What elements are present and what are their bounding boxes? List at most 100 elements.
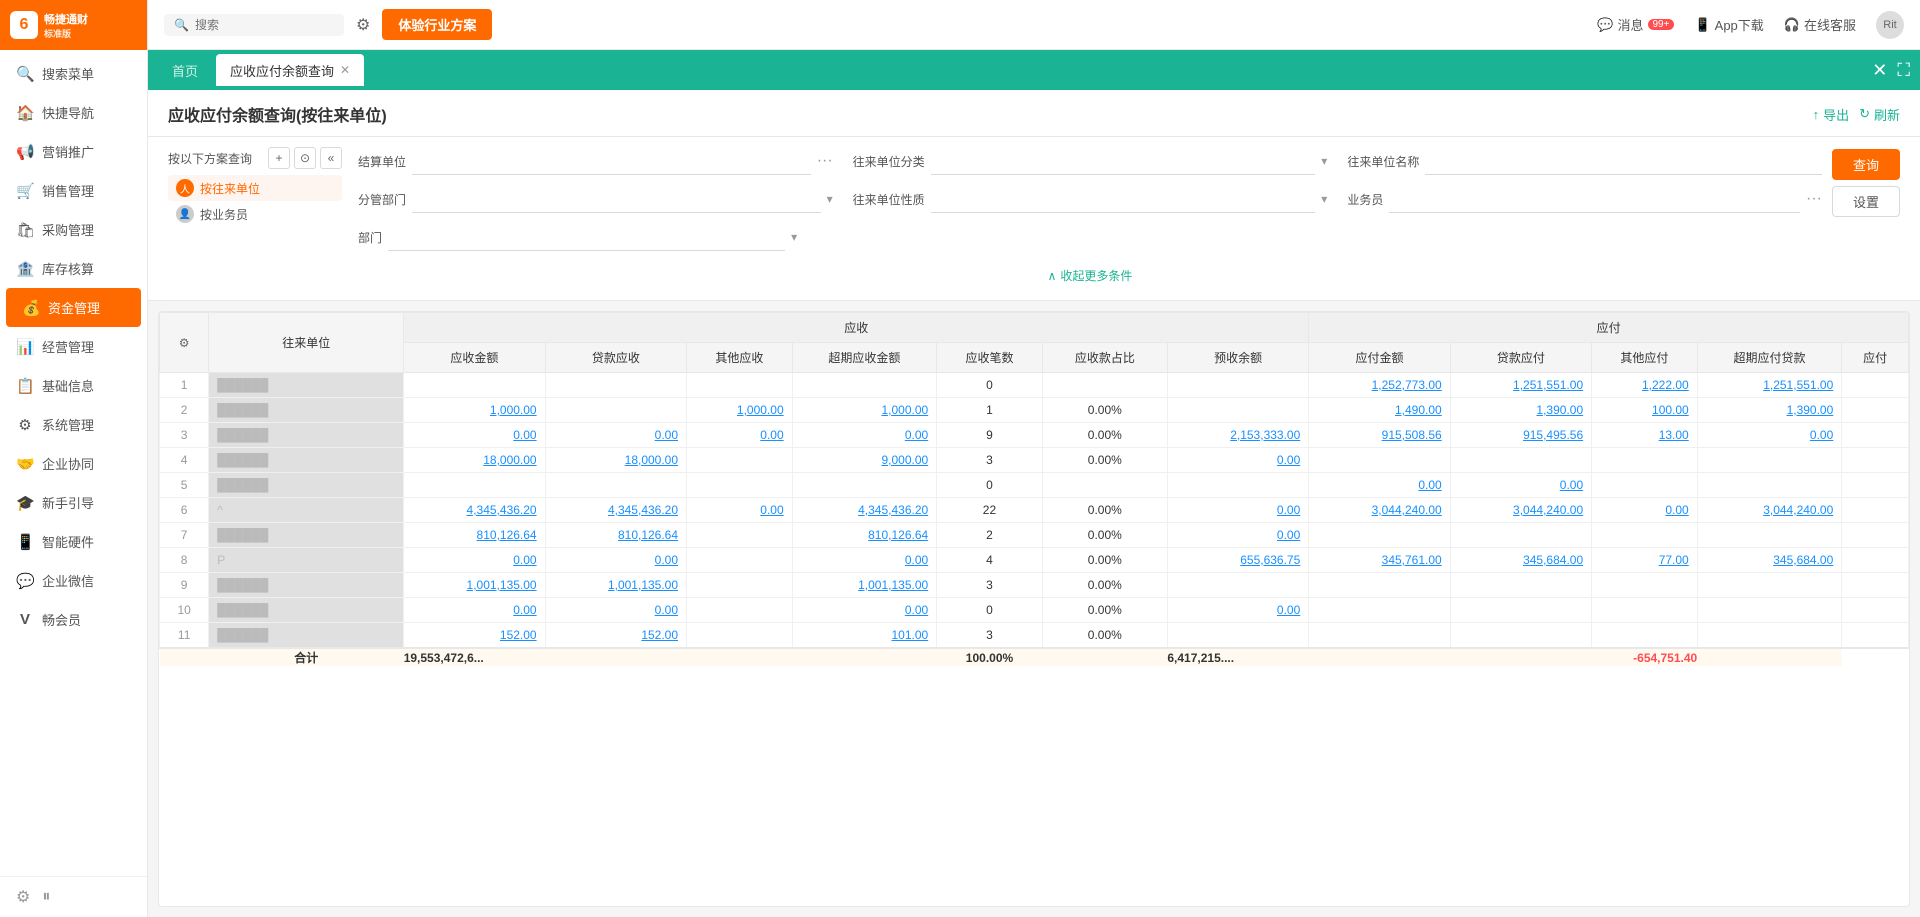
tab-home[interactable]: 首页 xyxy=(158,54,212,86)
collapse-icon[interactable]: ⏸ xyxy=(42,888,50,906)
sidebar-item-search[interactable]: 🔍 搜索菜单 xyxy=(0,54,147,93)
col-settings[interactable]: ⚙ xyxy=(160,313,209,373)
partner-nature-select[interactable] xyxy=(931,185,1316,213)
row-ar-amount[interactable]: 1,000.00 xyxy=(404,398,545,423)
tab-close-window-icon[interactable]: ✕ xyxy=(1872,60,1887,81)
plan-button[interactable]: 体验行业方案 xyxy=(382,9,492,40)
sidebar-item-quicknav[interactable]: 🏠 快捷导航 xyxy=(0,93,147,132)
row-ar-overdue[interactable]: 810,126.64 xyxy=(792,523,937,548)
row-ap-other[interactable]: 77.00 xyxy=(1592,548,1698,573)
row-ar-overdue[interactable]: 101.00 xyxy=(792,623,937,649)
partner-category-select[interactable] xyxy=(931,147,1316,175)
row-ar-prepay[interactable]: 2,153,333.00 xyxy=(1167,423,1308,448)
user-avatar[interactable]: Rit xyxy=(1876,11,1904,39)
row-ar-loan[interactable]: 810,126.64 xyxy=(545,523,686,548)
row-ar-overdue[interactable]: 0.00 xyxy=(792,548,937,573)
tab-expand-icon[interactable]: ⛶ xyxy=(1897,60,1910,81)
sidebar-item-finance[interactable]: 💰 资金管理 xyxy=(6,288,141,327)
footer-ar-total[interactable]: 19,553,472,6... xyxy=(404,648,545,666)
sidebar-item-wechat[interactable]: 💬 企业微信 xyxy=(0,561,147,600)
sidebar-item-inventory[interactable]: 🏦 库存核算 xyxy=(0,249,147,288)
row-ar-loan[interactable]: 18,000.00 xyxy=(545,448,686,473)
row-ap-loan[interactable]: 1,390.00 xyxy=(1450,398,1591,423)
row-ap-overdue[interactable]: 3,044,240.00 xyxy=(1697,498,1842,523)
row-ar-prepay[interactable]: 0.00 xyxy=(1167,598,1308,623)
row-ar-loan[interactable]: 4,345,436.20 xyxy=(545,498,686,523)
tab-close-icon[interactable]: ✕ xyxy=(340,63,350,77)
row-ap-overdue[interactable]: 1,390.00 xyxy=(1697,398,1842,423)
filter-scheme-by-staff[interactable]: 👤 按业务员 xyxy=(168,201,342,227)
export-button[interactable]: ↑ 导出 xyxy=(1813,105,1850,124)
row-ar-amount[interactable]: 0.00 xyxy=(404,598,545,623)
row-ap-loan[interactable]: 3,044,240.00 xyxy=(1450,498,1591,523)
app-download-button[interactable]: 📱 App下载 xyxy=(1694,15,1763,34)
row-ap-amount[interactable]: 0.00 xyxy=(1309,473,1450,498)
setting-button[interactable]: 设置 xyxy=(1832,186,1900,217)
row-ar-prepay[interactable]: 655,636.75 xyxy=(1167,548,1308,573)
row-ar-other[interactable]: 0.00 xyxy=(687,423,793,448)
row-ar-amount[interactable]: 0.00 xyxy=(404,548,545,573)
row-ap-loan[interactable]: 1,251,551.00 xyxy=(1450,373,1591,398)
row-ar-loan[interactable]: 1,001,135.00 xyxy=(545,573,686,598)
row-ar-loan[interactable]: 0.00 xyxy=(545,598,686,623)
row-ar-overdue[interactable]: 9,000.00 xyxy=(792,448,937,473)
row-ar-other[interactable]: 1,000.00 xyxy=(687,398,793,423)
row-ar-prepay[interactable]: 0.00 xyxy=(1167,448,1308,473)
salesperson-dots[interactable]: ··· xyxy=(1806,190,1822,208)
settlement-unit-input[interactable] xyxy=(412,147,811,175)
sidebar-item-marketing[interactable]: 📢 营销推广 xyxy=(0,132,147,171)
row-ar-amount[interactable]: 152.00 xyxy=(404,623,545,649)
partner-name-input[interactable] xyxy=(1425,147,1822,175)
row-ap-other[interactable]: 100.00 xyxy=(1592,398,1698,423)
row-ap-loan[interactable]: 915,495.56 xyxy=(1450,423,1591,448)
row-ap-other[interactable]: 1,222.00 xyxy=(1592,373,1698,398)
row-ap-amount[interactable]: 915,508.56 xyxy=(1309,423,1450,448)
sidebar-item-purchase[interactable]: 🛍 采购管理 xyxy=(0,210,147,249)
row-ap-amount[interactable]: 1,252,773.00 xyxy=(1309,373,1450,398)
settings-icon[interactable]: ⚙ xyxy=(16,887,30,907)
row-ar-overdue[interactable]: 1,000.00 xyxy=(792,398,937,423)
row-ap-other[interactable]: 0.00 xyxy=(1592,498,1698,523)
row-ar-amount[interactable]: 0.00 xyxy=(404,423,545,448)
row-ar-loan[interactable]: 0.00 xyxy=(545,423,686,448)
row-ap-amount[interactable]: 345,761.00 xyxy=(1309,548,1450,573)
sidebar-item-hardware[interactable]: 📱 智能硬件 xyxy=(0,522,147,561)
row-ap-overdue[interactable]: 1,251,551.00 xyxy=(1697,373,1842,398)
row-ar-prepay[interactable]: 0.00 xyxy=(1167,523,1308,548)
search-box[interactable]: 🔍 xyxy=(164,14,344,36)
query-button[interactable]: 查询 xyxy=(1832,149,1900,180)
row-ar-other[interactable]: 0.00 xyxy=(687,498,793,523)
row-ap-other[interactable]: 13.00 xyxy=(1592,423,1698,448)
filter-scheme-by-partner[interactable]: 人 按往来单位 xyxy=(168,175,342,201)
row-ap-loan[interactable]: 345,684.00 xyxy=(1450,548,1591,573)
refresh-button[interactable]: ↻ 刷新 xyxy=(1859,105,1900,124)
collapse-filter-button[interactable]: ∧ 收起更多条件 xyxy=(358,261,1822,290)
search-input[interactable] xyxy=(195,18,335,32)
row-ap-amount[interactable]: 1,490.00 xyxy=(1309,398,1450,423)
row-ar-overdue[interactable]: 0.00 xyxy=(792,423,937,448)
sidebar-item-operation[interactable]: 📊 经营管理 xyxy=(0,327,147,366)
customer-service-button[interactable]: 🎧 在线客服 xyxy=(1784,15,1856,34)
filter-target-icon[interactable]: ⊙ xyxy=(294,147,316,169)
row-ar-amount[interactable]: 1,001,135.00 xyxy=(404,573,545,598)
sidebar-item-system[interactable]: ⚙ 系统管理 xyxy=(0,405,147,444)
filter-collapse-left-icon[interactable]: « xyxy=(320,147,342,169)
row-ar-overdue[interactable]: 1,001,135.00 xyxy=(792,573,937,598)
filter-add-icon[interactable]: + xyxy=(268,147,290,169)
row-ap-overdue[interactable]: 345,684.00 xyxy=(1697,548,1842,573)
row-ap-amount[interactable]: 3,044,240.00 xyxy=(1309,498,1450,523)
gear-icon[interactable]: ⚙ xyxy=(356,15,370,35)
row-ar-amount[interactable]: 810,126.64 xyxy=(404,523,545,548)
row-ar-amount[interactable]: 4,345,436.20 xyxy=(404,498,545,523)
row-ar-loan[interactable]: 0.00 xyxy=(545,548,686,573)
row-ar-loan[interactable]: 152.00 xyxy=(545,623,686,649)
sidebar-item-member[interactable]: V 畅会员 xyxy=(0,600,147,639)
dept-manager-select[interactable] xyxy=(412,185,821,213)
row-ap-overdue[interactable]: 0.00 xyxy=(1697,423,1842,448)
row-ar-overdue[interactable]: 0.00 xyxy=(792,598,937,623)
salesperson-input[interactable] xyxy=(1389,185,1800,213)
messages-button[interactable]: 💬 消息 99+ xyxy=(1597,15,1674,34)
sidebar-item-guide[interactable]: 🎓 新手引导 xyxy=(0,483,147,522)
sidebar-item-sales[interactable]: 🛒 销售管理 xyxy=(0,171,147,210)
row-ar-prepay[interactable]: 0.00 xyxy=(1167,498,1308,523)
